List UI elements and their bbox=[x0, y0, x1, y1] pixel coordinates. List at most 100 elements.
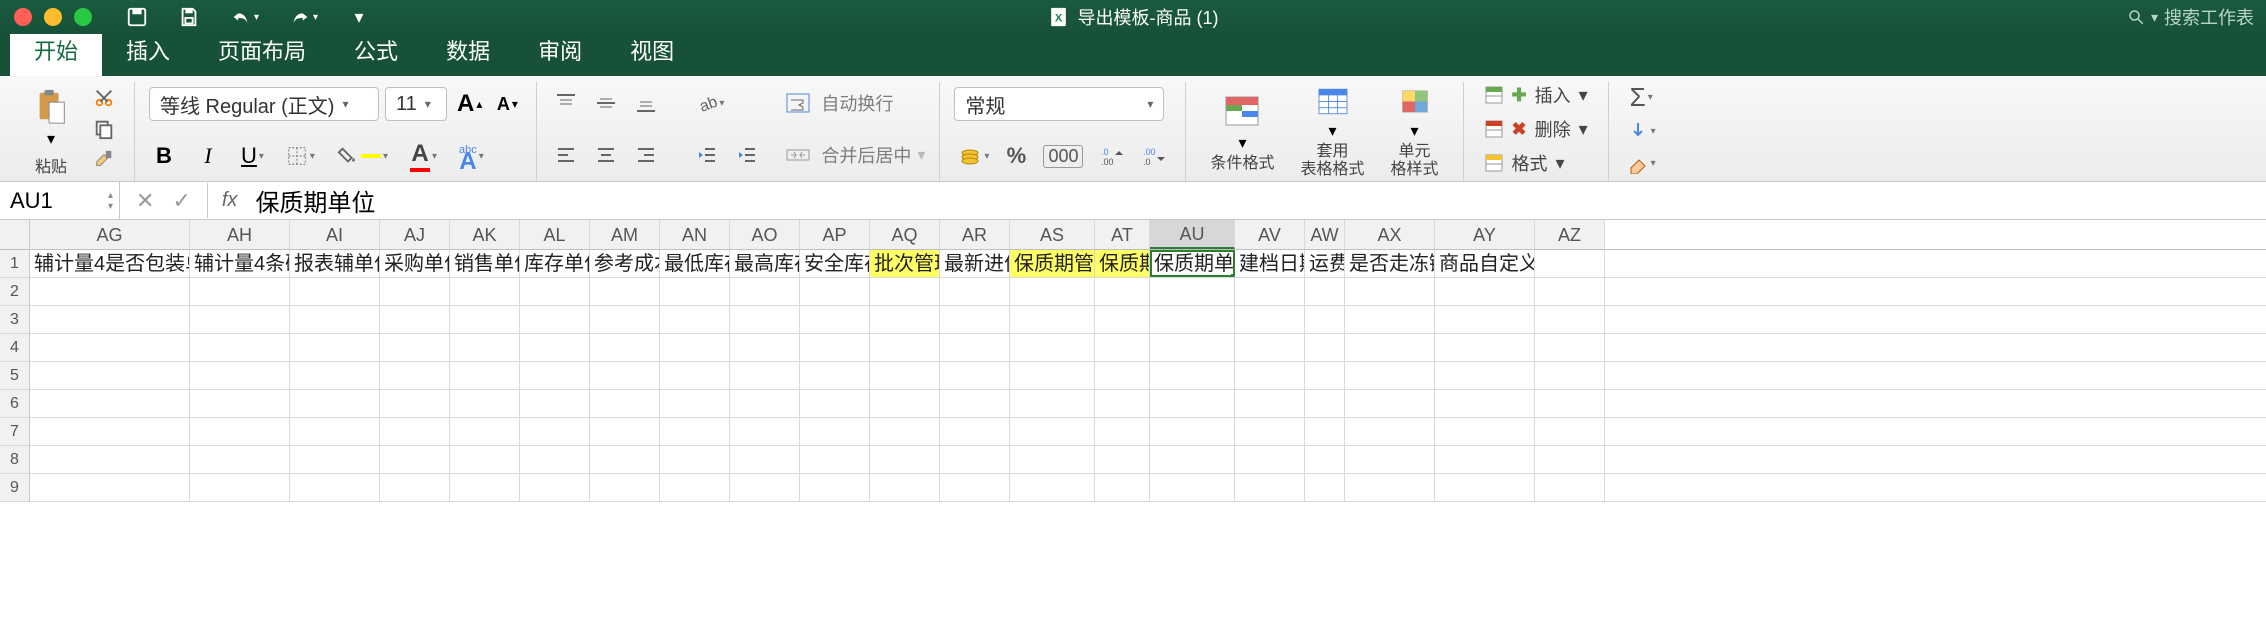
cell[interactable] bbox=[730, 390, 800, 417]
column-header[interactable]: AN bbox=[660, 220, 730, 249]
bold-button[interactable]: B bbox=[149, 141, 179, 171]
cell[interactable]: 商品自定义项 bbox=[1435, 250, 1535, 277]
align-middle-button[interactable] bbox=[591, 88, 621, 118]
cell[interactable] bbox=[520, 278, 590, 305]
cell[interactable] bbox=[380, 390, 450, 417]
cell[interactable] bbox=[870, 306, 940, 333]
cell[interactable] bbox=[1435, 278, 1535, 305]
cell[interactable] bbox=[290, 418, 380, 445]
cell[interactable] bbox=[800, 362, 870, 389]
cell[interactable] bbox=[1150, 418, 1235, 445]
cell[interactable] bbox=[1305, 474, 1345, 501]
column-header[interactable]: AT bbox=[1095, 220, 1150, 249]
cell[interactable] bbox=[1345, 278, 1435, 305]
cell[interactable] bbox=[590, 390, 660, 417]
cell[interactable] bbox=[190, 474, 290, 501]
cell[interactable] bbox=[1535, 250, 1605, 277]
cell[interactable] bbox=[730, 362, 800, 389]
column-header[interactable]: AU bbox=[1150, 220, 1235, 249]
cell[interactable] bbox=[1345, 418, 1435, 445]
row-header[interactable]: 7 bbox=[0, 418, 29, 446]
cell[interactable] bbox=[1150, 334, 1235, 361]
paste-button[interactable]: ▾ 粘贴 bbox=[24, 82, 78, 181]
increase-indent-button[interactable] bbox=[731, 140, 761, 170]
cell[interactable] bbox=[520, 334, 590, 361]
column-header[interactable]: AP bbox=[800, 220, 870, 249]
column-header[interactable]: AY bbox=[1435, 220, 1535, 249]
format-as-table-button[interactable]: ▾套用 表格格式 bbox=[1291, 82, 1375, 181]
orientation-button[interactable]: ab▾ bbox=[691, 88, 728, 118]
cell[interactable] bbox=[520, 390, 590, 417]
phonetic-button[interactable]: abcA▾ bbox=[455, 141, 488, 171]
wrap-text-button[interactable] bbox=[781, 88, 815, 118]
clear-button[interactable]: ▾ bbox=[1623, 150, 1660, 176]
cell[interactable] bbox=[870, 278, 940, 305]
font-color-button[interactable]: A▾ bbox=[406, 141, 441, 171]
cell[interactable] bbox=[30, 306, 190, 333]
cell[interactable] bbox=[730, 418, 800, 445]
cell[interactable] bbox=[290, 306, 380, 333]
cell[interactable] bbox=[1535, 418, 1605, 445]
cell[interactable] bbox=[30, 334, 190, 361]
cell[interactable] bbox=[1435, 474, 1535, 501]
cell[interactable]: 运费 bbox=[1305, 250, 1345, 277]
qat-save-button[interactable] bbox=[174, 2, 204, 32]
cell[interactable]: 保质期管理 bbox=[1010, 250, 1095, 277]
cell[interactable] bbox=[800, 418, 870, 445]
cell[interactable]: 最高库存 bbox=[730, 250, 800, 277]
cell[interactable] bbox=[520, 362, 590, 389]
cell[interactable] bbox=[1010, 334, 1095, 361]
cell[interactable] bbox=[1345, 390, 1435, 417]
cell[interactable] bbox=[1235, 278, 1305, 305]
fx-label[interactable]: fx bbox=[207, 183, 252, 218]
cell[interactable] bbox=[1435, 390, 1535, 417]
cell[interactable] bbox=[450, 446, 520, 473]
cell[interactable]: 保质期单位 bbox=[1150, 250, 1235, 277]
cell[interactable] bbox=[590, 418, 660, 445]
cell[interactable] bbox=[450, 306, 520, 333]
cell[interactable] bbox=[380, 362, 450, 389]
cell[interactable] bbox=[1095, 390, 1150, 417]
cell[interactable] bbox=[1095, 278, 1150, 305]
underline-button[interactable]: U▾ bbox=[237, 141, 268, 171]
cell[interactable] bbox=[450, 390, 520, 417]
cell[interactable] bbox=[940, 418, 1010, 445]
cell[interactable] bbox=[1435, 362, 1535, 389]
qat-autosave-icon[interactable] bbox=[122, 2, 152, 32]
cell[interactable] bbox=[190, 446, 290, 473]
cell[interactable] bbox=[190, 306, 290, 333]
cell[interactable] bbox=[1010, 418, 1095, 445]
cell[interactable]: 是否走冻链 bbox=[1345, 250, 1435, 277]
cell[interactable] bbox=[590, 446, 660, 473]
cell[interactable] bbox=[1095, 474, 1150, 501]
cell[interactable] bbox=[290, 334, 380, 361]
column-header[interactable]: AK bbox=[450, 220, 520, 249]
cell[interactable] bbox=[380, 306, 450, 333]
cell[interactable] bbox=[450, 418, 520, 445]
cell[interactable] bbox=[30, 362, 190, 389]
cell[interactable] bbox=[1010, 446, 1095, 473]
cell[interactable] bbox=[940, 334, 1010, 361]
cell[interactable] bbox=[380, 278, 450, 305]
cell[interactable] bbox=[290, 446, 380, 473]
cell[interactable] bbox=[30, 278, 190, 305]
cell[interactable] bbox=[1305, 446, 1345, 473]
merge-center-button[interactable] bbox=[781, 140, 815, 170]
cell[interactable] bbox=[730, 278, 800, 305]
cell[interactable] bbox=[1345, 446, 1435, 473]
column-header[interactable]: AZ bbox=[1535, 220, 1605, 249]
cell[interactable] bbox=[1150, 278, 1235, 305]
cell[interactable] bbox=[290, 390, 380, 417]
name-box-stepper[interactable]: ▴▾ bbox=[108, 190, 113, 212]
cell-styles-button[interactable]: ▾单元 格样式 bbox=[1381, 82, 1449, 181]
row-header[interactable]: 1 bbox=[0, 250, 29, 278]
cell[interactable]: 安全库存 bbox=[800, 250, 870, 277]
row-header[interactable]: 2 bbox=[0, 278, 29, 306]
cell[interactable] bbox=[1235, 390, 1305, 417]
select-all-corner[interactable] bbox=[0, 220, 29, 250]
cell[interactable] bbox=[190, 278, 290, 305]
cell[interactable]: 辅计量4是否包装单位 bbox=[30, 250, 190, 277]
cell[interactable] bbox=[940, 362, 1010, 389]
cell[interactable] bbox=[190, 418, 290, 445]
cell[interactable] bbox=[1435, 306, 1535, 333]
